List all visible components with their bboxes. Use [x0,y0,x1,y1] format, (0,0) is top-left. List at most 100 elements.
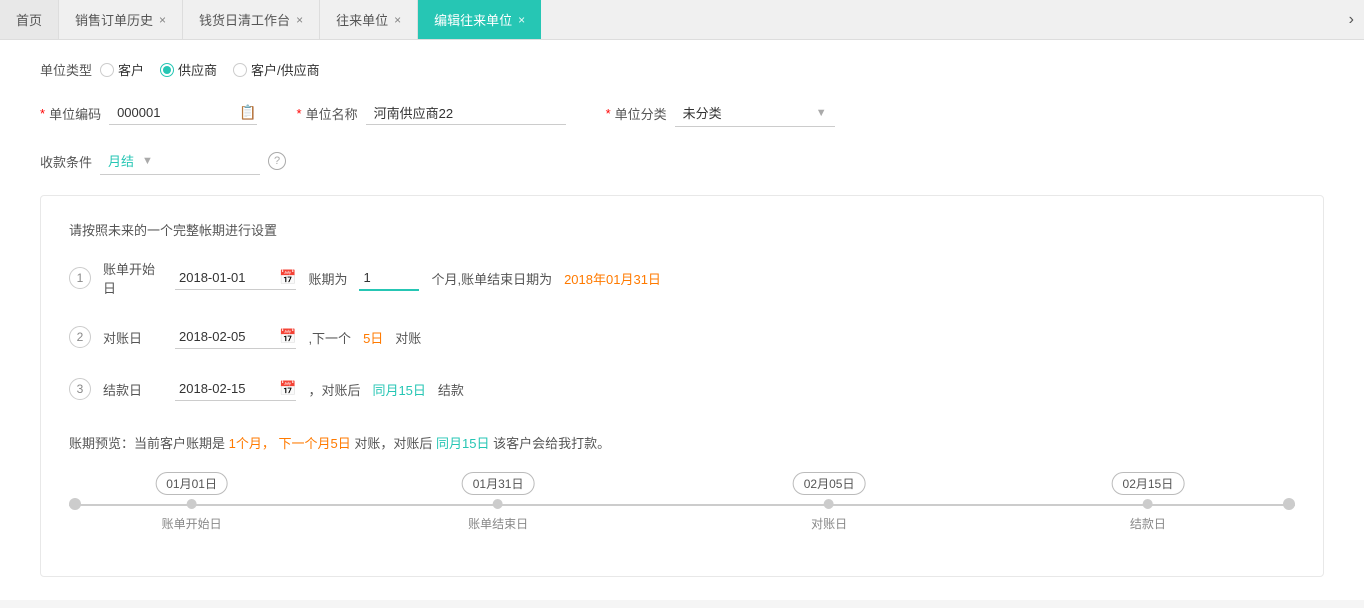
unit-name-label: 单位名称 [306,104,358,123]
unit-name-input[interactable] [366,101,566,125]
step-1-period-unit: 个月,账单结束日期为 [431,269,552,288]
timeline-chip-2: 02月05日 [793,472,866,495]
timeline-point-2: 02月05日 对账日 [793,472,866,532]
unit-category-value: 未分类 [683,103,816,122]
step-3-num: 3 [69,378,91,400]
tab-bar: 首页 销售订单历史 × 钱货日清工作台 × 往来单位 × 编辑往来单位 × › [0,0,1364,40]
tab-cash-work[interactable]: 钱货日清工作台 × [183,0,320,39]
preview-text: 账期预览：当前客户账期是 1个月， 下一个月5日 对账，对账后 同月15日 该客… [69,433,1295,452]
tab-home[interactable]: 首页 [0,0,59,39]
close-tab-edit-partner[interactable]: × [518,13,525,27]
preview-part4: 同月15日 [436,436,489,451]
timeline-label-3: 结款日 [1130,515,1166,532]
unit-category-label: 单位分类 [615,104,667,123]
settings-card: 请按照未来的一个完整帐期进行设置 1 账单开始日 📅 账期为 个月,账单结束日期… [40,195,1324,577]
unit-category-star: * [606,106,611,121]
timeline-dot-2 [824,499,834,509]
timeline-point-3: 02月15日 结款日 [1112,472,1185,532]
timeline-label-0: 账单开始日 [162,515,222,532]
step-3-label: 结款日 [103,380,163,399]
step-2-date-input[interactable] [175,325,275,348]
step-2-num: 2 [69,326,91,348]
step-3-desc-prefix: ，对账后 [308,380,360,399]
preview-label: 账期预览：当前客户账期是 [69,436,225,451]
step-2-label: 对账日 [103,328,163,347]
payment-select[interactable]: 月结 ▼ [100,147,260,175]
unit-category-arrow-icon: ▼ [816,107,827,119]
radio-both-label: 客户/供应商 [251,60,320,79]
preview-part2: 下一个月5日 [279,436,351,451]
step-1-num: 1 [69,267,91,289]
preview-part1: 1个月， [229,436,275,451]
timeline-chip-0: 01月01日 [155,472,228,495]
payment-label: 收款条件 [40,152,92,171]
step-3-cal-icon[interactable]: 📅 [279,380,296,397]
tab-more-button[interactable]: › [1339,0,1364,39]
close-tab-sales-history[interactable]: × [159,13,166,27]
unit-name-star: * [297,106,302,121]
step-3-desc-suffix: 结款 [438,380,464,399]
tab-edit-partner[interactable]: 编辑往来单位 × [418,0,541,39]
payment-row: 收款条件 月结 ▼ ? [40,147,1324,175]
radio-both[interactable]: 客户/供应商 [233,60,320,79]
step-2-highlight: 5日 [363,328,383,347]
timeline-label-2: 对账日 [811,515,847,532]
unit-code-label: 单位编码 [49,104,101,123]
payment-value: 月结 [108,151,134,170]
step-1-period-input[interactable] [359,266,419,291]
radio-supplier-label: 供应商 [178,60,217,79]
timeline-label-1: 账单结束日 [468,515,528,532]
step-1-date-wrapper: 📅 [175,266,296,290]
timeline-point-1: 01月31日 账单结束日 [462,472,535,532]
timeline-dot-1 [493,499,503,509]
step-2-row: 2 对账日 📅 ,下一个 5日 对账 [69,325,1295,349]
unit-code-input-wrapper: 📋 [109,101,256,125]
preview-section: 账期预览：当前客户账期是 1个月， 下一个月5日 对账，对账后 同月15日 该客… [69,417,1295,552]
step-1-date-input[interactable] [175,266,275,289]
card-title: 请按照未来的一个完整帐期进行设置 [69,220,1295,239]
timeline-left-dot [69,498,81,510]
radio-supplier-circle [160,63,174,77]
step-3-date-input[interactable] [175,377,275,400]
tab-sales-history[interactable]: 销售订单历史 × [59,0,183,39]
unit-code-input[interactable] [109,101,239,124]
step-1-period-end: 2018年01月31日 [564,269,661,288]
radio-supplier[interactable]: 供应商 [160,60,217,79]
radio-customer[interactable]: 客户 [100,60,144,79]
close-tab-cash-work[interactable]: × [296,13,303,27]
step-1-label: 账单开始日 [103,259,163,297]
preview-part3: 对账，对账后 [354,436,432,451]
radio-group: 客户 供应商 客户/供应商 [100,60,320,79]
unit-type-row: 单位类型 客户 供应商 客户/供应商 [40,60,1324,79]
step-1-desc-prefix: 账期为 [308,269,347,288]
close-tab-partner[interactable]: × [394,13,401,27]
step-2-date-wrapper: 📅 [175,325,296,349]
timeline-chip-1: 01月31日 [462,472,535,495]
unit-name-group: * 单位名称 [297,101,566,125]
unit-type-group: 单位类型 客户 供应商 客户/供应商 [40,60,320,79]
radio-customer-circle [100,63,114,77]
unit-category-select[interactable]: 未分类 ▼ [675,99,835,127]
page-content: 单位类型 客户 供应商 客户/供应商 * 单位编码 [0,40,1364,600]
unit-info-row: * 单位编码 📋 * 单位名称 * 单位分类 未分类 ▼ [40,99,1324,127]
preview-part5: 该客户会给我打款。 [493,436,610,451]
step-2-cal-icon[interactable]: 📅 [279,328,296,345]
radio-customer-label: 客户 [118,60,144,79]
step-2-desc-suffix: 对账 [395,328,421,347]
payment-group: 收款条件 月结 ▼ ? [40,147,286,175]
step-3-date-wrapper: 📅 [175,377,296,401]
unit-category-group: * 单位分类 未分类 ▼ [606,99,835,127]
payment-help-icon[interactable]: ? [268,152,286,170]
timeline: 01月01日 账单开始日 01月31日 账单结束日 02月05日 对账日 02月… [69,472,1295,552]
step-3-highlight: 同月15日 [372,380,425,399]
unit-code-star: * [40,106,45,121]
radio-both-circle [233,63,247,77]
timeline-point-0: 01月01日 账单开始日 [155,472,228,532]
step-1-row: 1 账单开始日 📅 账期为 个月,账单结束日期为 2018年01月31日 [69,259,1295,297]
tab-partner[interactable]: 往来单位 × [320,0,418,39]
payment-arrow-icon: ▼ [142,155,153,167]
copy-icon[interactable]: 📋 [239,104,256,121]
step-1-cal-icon[interactable]: 📅 [279,269,296,286]
step-2-desc-prefix: ,下一个 [308,328,351,347]
step-3-row: 3 结款日 📅 ，对账后 同月15日 结款 [69,377,1295,401]
